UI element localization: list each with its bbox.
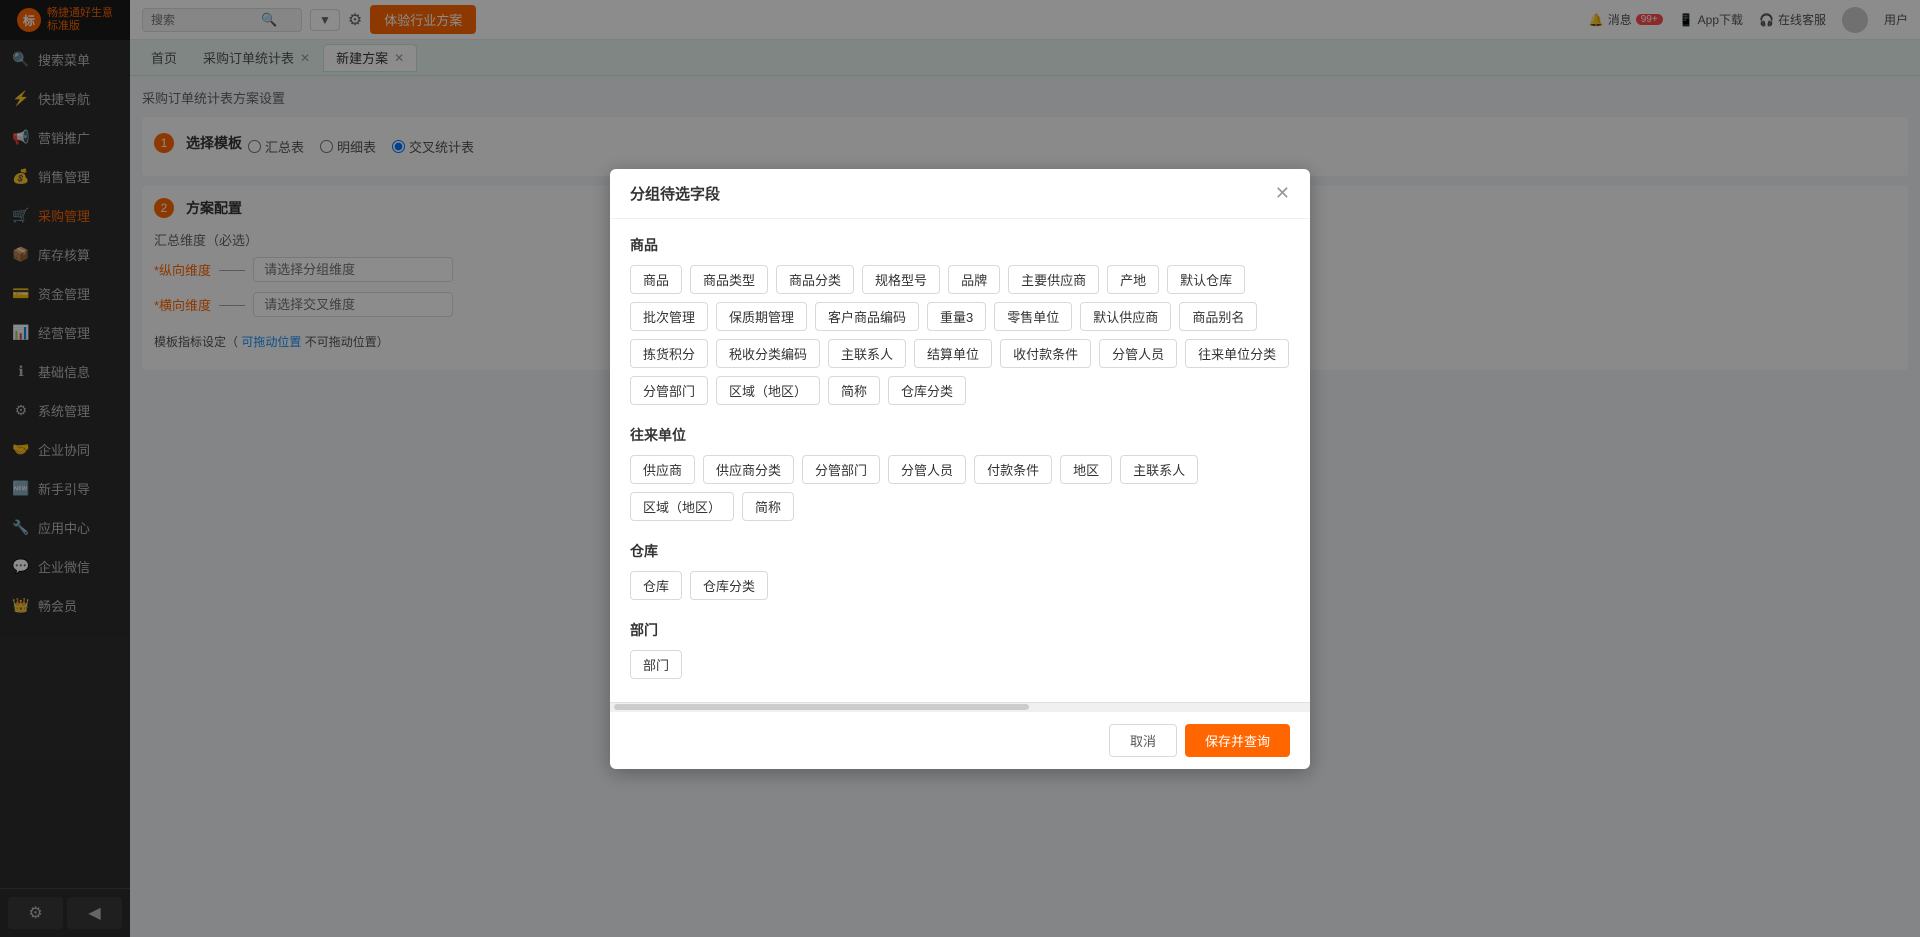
field-chip-0-17[interactable]: 主联系人: [828, 339, 906, 368]
modal-overlay: 分组待选字段 ✕ 商品商品商品类型商品分类规格型号品牌主要供应商产地默认仓库批次…: [0, 0, 1920, 937]
field-chip-1-4[interactable]: 付款条件: [974, 455, 1052, 484]
field-chip-0-5[interactable]: 主要供应商: [1008, 265, 1099, 294]
field-chips-2: 仓库仓库分类: [630, 571, 1290, 600]
field-chip-2-1[interactable]: 仓库分类: [690, 571, 768, 600]
horizontal-scrollbar-thumb: [614, 704, 1029, 710]
field-chip-1-5[interactable]: 地区: [1060, 455, 1112, 484]
field-chips-1: 供应商供应商分类分管部门分管人员付款条件地区主联系人区域（地区） 简称: [630, 455, 1290, 521]
field-chip-0-12[interactable]: 零售单位: [994, 302, 1072, 331]
field-group-title-3: 部门: [630, 620, 1290, 640]
field-chip-1-8[interactable]: 简称: [742, 492, 794, 521]
modal-body[interactable]: 商品商品商品类型商品分类规格型号品牌主要供应商产地默认仓库批次管理保质期管理客户…: [610, 219, 1310, 703]
field-group-2: 仓库仓库仓库分类: [630, 541, 1290, 600]
field-chip-1-7[interactable]: 区域（地区）: [630, 492, 734, 521]
field-chip-0-18[interactable]: 结算单位: [914, 339, 992, 368]
field-chips-0: 商品商品类型商品分类规格型号品牌主要供应商产地默认仓库批次管理保质期管理客户商品…: [630, 265, 1290, 405]
field-group-1: 往来单位供应商供应商分类分管部门分管人员付款条件地区主联系人区域（地区） 简称: [630, 425, 1290, 521]
field-chips-3: 部门: [630, 650, 1290, 679]
field-chip-1-6[interactable]: 主联系人: [1120, 455, 1198, 484]
cancel-button[interactable]: 取消: [1109, 724, 1177, 757]
field-chip-0-16[interactable]: 税收分类编码: [716, 339, 820, 368]
modal-close-button[interactable]: ✕: [1275, 183, 1290, 204]
field-group-title-2: 仓库: [630, 541, 1290, 561]
modal-footer: 取消 保存并查询: [610, 711, 1310, 769]
field-chip-0-1[interactable]: 商品类型: [690, 265, 768, 294]
field-chip-1-2[interactable]: 分管部门: [802, 455, 880, 484]
field-group-3: 部门部门: [630, 620, 1290, 679]
field-chip-0-20[interactable]: 分管人员: [1099, 339, 1177, 368]
field-chip-1-0[interactable]: 供应商: [630, 455, 695, 484]
field-chip-0-24[interactable]: 简称: [828, 376, 880, 405]
field-chip-3-0[interactable]: 部门: [630, 650, 682, 679]
field-chip-0-4[interactable]: 品牌: [948, 265, 1000, 294]
modal-header: 分组待选字段 ✕: [610, 169, 1310, 219]
field-chip-0-0[interactable]: 商品: [630, 265, 682, 294]
field-chip-0-15[interactable]: 拣货积分: [630, 339, 708, 368]
field-chip-0-2[interactable]: 商品分类: [776, 265, 854, 294]
field-chip-0-7[interactable]: 默认仓库: [1167, 265, 1245, 294]
confirm-button[interactable]: 保存并查询: [1185, 724, 1290, 757]
field-chip-1-1[interactable]: 供应商分类: [703, 455, 794, 484]
field-chip-0-13[interactable]: 默认供应商: [1080, 302, 1171, 331]
field-chip-2-0[interactable]: 仓库: [630, 571, 682, 600]
field-chip-0-11[interactable]: 重量3: [927, 302, 986, 331]
field-group-title-0: 商品: [630, 235, 1290, 255]
field-chip-1-3[interactable]: 分管人员: [888, 455, 966, 484]
field-chip-0-9[interactable]: 保质期管理: [716, 302, 807, 331]
modal-title: 分组待选字段: [630, 183, 720, 204]
field-group-0: 商品商品商品类型商品分类规格型号品牌主要供应商产地默认仓库批次管理保质期管理客户…: [630, 235, 1290, 405]
modal-horizontal-scrollbar[interactable]: [610, 702, 1310, 711]
field-chip-0-6[interactable]: 产地: [1107, 265, 1159, 294]
field-chip-0-22[interactable]: 分管部门: [630, 376, 708, 405]
field-chip-0-10[interactable]: 客户商品编码: [815, 302, 919, 331]
modal-dialog: 分组待选字段 ✕ 商品商品商品类型商品分类规格型号品牌主要供应商产地默认仓库批次…: [610, 169, 1310, 769]
field-chip-0-23[interactable]: 区域（地区）: [716, 376, 820, 405]
field-chip-0-14[interactable]: 商品别名: [1179, 302, 1257, 331]
field-chip-0-21[interactable]: 往来单位分类: [1185, 339, 1289, 368]
field-chip-0-25[interactable]: 仓库分类: [888, 376, 966, 405]
field-group-title-1: 往来单位: [630, 425, 1290, 445]
field-chip-0-3[interactable]: 规格型号: [862, 265, 940, 294]
field-chip-0-8[interactable]: 批次管理: [630, 302, 708, 331]
field-chip-0-19[interactable]: 收付款条件: [1000, 339, 1091, 368]
